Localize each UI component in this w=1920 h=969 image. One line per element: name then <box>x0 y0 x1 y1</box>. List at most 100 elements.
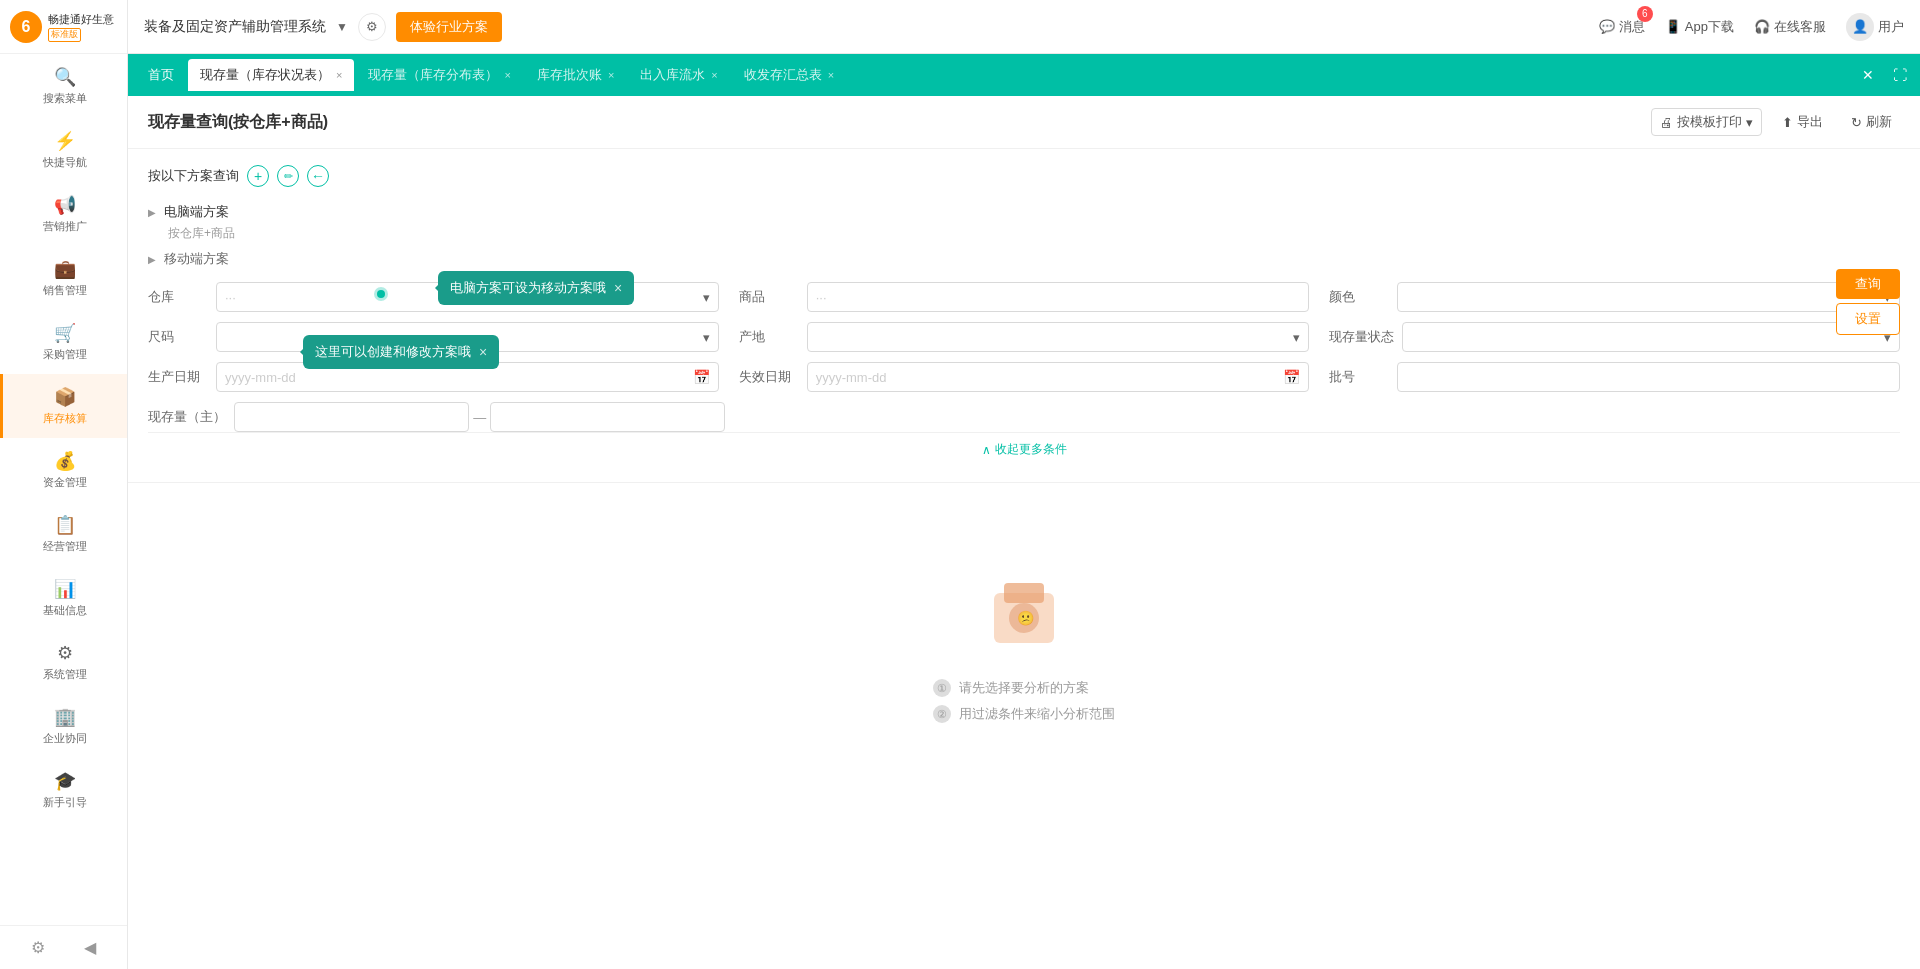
svg-text:😕: 😕 <box>1017 610 1035 627</box>
search-btn[interactable]: 查询 <box>1836 269 1900 299</box>
sidebar-item-label: 采购管理 <box>43 347 87 362</box>
purchase-icon: 🛒 <box>54 322 76 344</box>
color-label: 颜色 <box>1329 288 1389 306</box>
origin-select[interactable]: ▾ <box>807 322 1310 352</box>
sidebar-item-label: 快捷导航 <box>43 155 87 170</box>
production-date-label: 生产日期 <box>148 368 208 386</box>
finance-icon: 💰 <box>54 450 76 472</box>
sidebar-item-search[interactable]: 🔍 搜索菜单 <box>0 54 127 118</box>
tooltip-close-btn[interactable]: × <box>614 280 622 296</box>
calendar-icon: 📅 <box>693 369 710 385</box>
filter-inventory-status: 现存量状态 ▾ <box>1329 322 1900 352</box>
tab-close-flow[interactable]: × <box>711 69 717 81</box>
tab-recv-send[interactable]: 收发存汇总表 × <box>732 59 846 91</box>
tab-in-out-flow[interactable]: 出入库流水 × <box>628 59 729 91</box>
app-download-action[interactable]: 📱 App下载 <box>1665 18 1734 36</box>
dot-indicator <box>374 287 388 301</box>
quick-icon: ⚡ <box>54 130 76 152</box>
sidebar-item-sales[interactable]: 💼 销售管理 <box>0 246 127 310</box>
tab-label: 库存批次账 <box>537 66 602 84</box>
expiry-date-input[interactable]: yyyy-mm-dd 📅 <box>807 362 1310 392</box>
collapse-sidebar-btn[interactable]: ◀ <box>84 938 96 957</box>
phone-icon: 📱 <box>1665 19 1681 34</box>
filter-expiry-date: 失效日期 yyyy-mm-dd 📅 <box>739 362 1310 392</box>
empty-tip-1: ① 请先选择要分析的方案 <box>933 679 1115 697</box>
sidebar-item-finance[interactable]: 💰 资金管理 <box>0 438 127 502</box>
product-select[interactable]: ··· <box>807 282 1310 312</box>
support-label: 在线客服 <box>1774 18 1826 36</box>
tab-close-batch[interactable]: × <box>608 69 614 81</box>
arrow-scheme-btn[interactable]: ← <box>307 165 329 187</box>
color-select[interactable]: ▾ <box>1397 282 1900 312</box>
tab-close-all-btn[interactable]: ✕ <box>1856 63 1880 87</box>
filter-row-4: 现存量（主） — <box>148 402 1900 432</box>
inventory-main-min[interactable] <box>234 402 469 432</box>
sidebar-item-label: 新手引导 <box>43 795 87 810</box>
tip-num-1: ① <box>933 679 951 697</box>
mobile-scheme-item[interactable]: ▶ 移动端方案 <box>148 246 1900 272</box>
print-btn[interactable]: 🖨 按模板打印 ▾ <box>1651 108 1762 136</box>
tab-close-inventory-status[interactable]: × <box>336 69 342 81</box>
message-action[interactable]: 💬 消息 6 <box>1599 18 1645 36</box>
page-actions: 🖨 按模板打印 ▾ ⬆ 导出 ↻ 刷新 <box>1651 108 1900 136</box>
tab-close-inventory-dist[interactable]: × <box>504 69 510 81</box>
sidebar-footer: ⚙ ◀ <box>0 925 127 969</box>
user-action[interactable]: 👤 用户 <box>1846 13 1904 41</box>
edit-scheme-btn[interactable]: ✏ <box>277 165 299 187</box>
desktop-scheme-item[interactable]: ▶ 电脑端方案 <box>148 199 1900 225</box>
logo: 6 畅捷通好生意 标准版 <box>0 0 127 54</box>
tab-bar-right: ✕ ⛶ <box>1856 63 1912 87</box>
system-title-dropdown[interactable]: ▼ <box>336 20 348 34</box>
page-header: 现存量查询(按仓库+商品) 🖨 按模板打印 ▾ ⬆ 导出 ↻ 刷新 <box>128 96 1920 149</box>
reset-btn[interactable]: 设置 <box>1836 303 1900 335</box>
edit-tooltip: 这里可以创建和修改方案哦 × <box>303 335 499 369</box>
add-scheme-btn[interactable]: + <box>247 165 269 187</box>
tip-text-1: 请先选择要分析的方案 <box>959 679 1089 697</box>
sidebar-item-label: 营销推广 <box>43 219 87 234</box>
tab-inventory-status[interactable]: 现存量（库存状况表） × <box>188 59 354 91</box>
sidebar-item-guide[interactable]: 🎓 新手引导 <box>0 758 127 822</box>
refresh-label: 刷新 <box>1866 113 1892 131</box>
sidebar-item-enterprise[interactable]: 🏢 企业协同 <box>0 694 127 758</box>
collapse-label: 收起更多条件 <box>995 441 1067 458</box>
batch-input[interactable] <box>1397 362 1900 392</box>
header-settings-btn[interactable]: ⚙ <box>358 13 386 41</box>
sidebar-item-inventory[interactable]: 📦 库存核算 <box>0 374 127 438</box>
filter-area: 按以下方案查询 + ✏ ← ▶ 电脑端方案 按仓库+商品 ▶ 移动端方案 <box>128 149 1920 483</box>
user-avatar: 👤 <box>1846 13 1874 41</box>
sidebar-item-system[interactable]: ⚙ 系统管理 <box>0 630 127 694</box>
guide-icon: 🎓 <box>54 770 76 792</box>
sidebar-item-marketing[interactable]: 📢 营销推广 <box>0 182 127 246</box>
settings-footer-btn[interactable]: ⚙ <box>31 938 45 957</box>
inventory-main-max[interactable] <box>490 402 725 432</box>
page-title: 现存量查询(按仓库+商品) <box>148 112 328 133</box>
collapse-bar[interactable]: ∧ 收起更多条件 <box>148 432 1900 466</box>
search-icon: 🔍 <box>54 66 76 88</box>
inventory-main-label: 现存量（主） <box>148 408 226 426</box>
filter-batch: 批号 <box>1329 362 1900 392</box>
desktop-scheme-label: 电脑端方案 <box>164 203 229 221</box>
empty-tips: ① 请先选择要分析的方案 ② 用过滤条件来缩小分析范围 <box>933 679 1115 723</box>
tab-batch-account[interactable]: 库存批次账 × <box>525 59 626 91</box>
online-support-action[interactable]: 🎧 在线客服 <box>1754 18 1826 36</box>
logo-title: 畅捷通好生意 <box>48 12 114 26</box>
tab-close-recv[interactable]: × <box>828 69 834 81</box>
inventory-status-select[interactable]: ▾ <box>1402 322 1900 352</box>
tab-inventory-dist[interactable]: 现存量（库存分布表） × <box>356 59 522 91</box>
sidebar-item-basic[interactable]: 📊 基础信息 <box>0 566 127 630</box>
trial-industry-btn[interactable]: 体验行业方案 <box>396 12 502 42</box>
tab-fullscreen-btn[interactable]: ⛶ <box>1888 63 1912 87</box>
main-content: 装备及固定资产辅助管理系统 ▼ ⚙ 体验行业方案 💬 消息 6 📱 App下载 … <box>128 0 1920 969</box>
tooltip-edit-close-btn[interactable]: × <box>479 344 487 360</box>
sidebar-item-quick[interactable]: ⚡ 快捷导航 <box>0 118 127 182</box>
chevron-down-icon: ▾ <box>1746 115 1753 130</box>
sidebar-item-purchase[interactable]: 🛒 采购管理 <box>0 310 127 374</box>
sidebar-item-operations[interactable]: 📋 经营管理 <box>0 502 127 566</box>
home-tab-label: 首页 <box>148 66 174 84</box>
export-btn[interactable]: ⬆ 导出 <box>1774 109 1831 135</box>
content-area: 现存量查询(按仓库+商品) 🖨 按模板打印 ▾ ⬆ 导出 ↻ 刷新 <box>128 96 1920 969</box>
refresh-btn[interactable]: ↻ 刷新 <box>1843 109 1900 135</box>
tab-home[interactable]: 首页 <box>136 59 186 91</box>
header-right: 💬 消息 6 📱 App下载 🎧 在线客服 👤 用户 <box>1599 13 1904 41</box>
tab-label: 出入库流水 <box>640 66 705 84</box>
